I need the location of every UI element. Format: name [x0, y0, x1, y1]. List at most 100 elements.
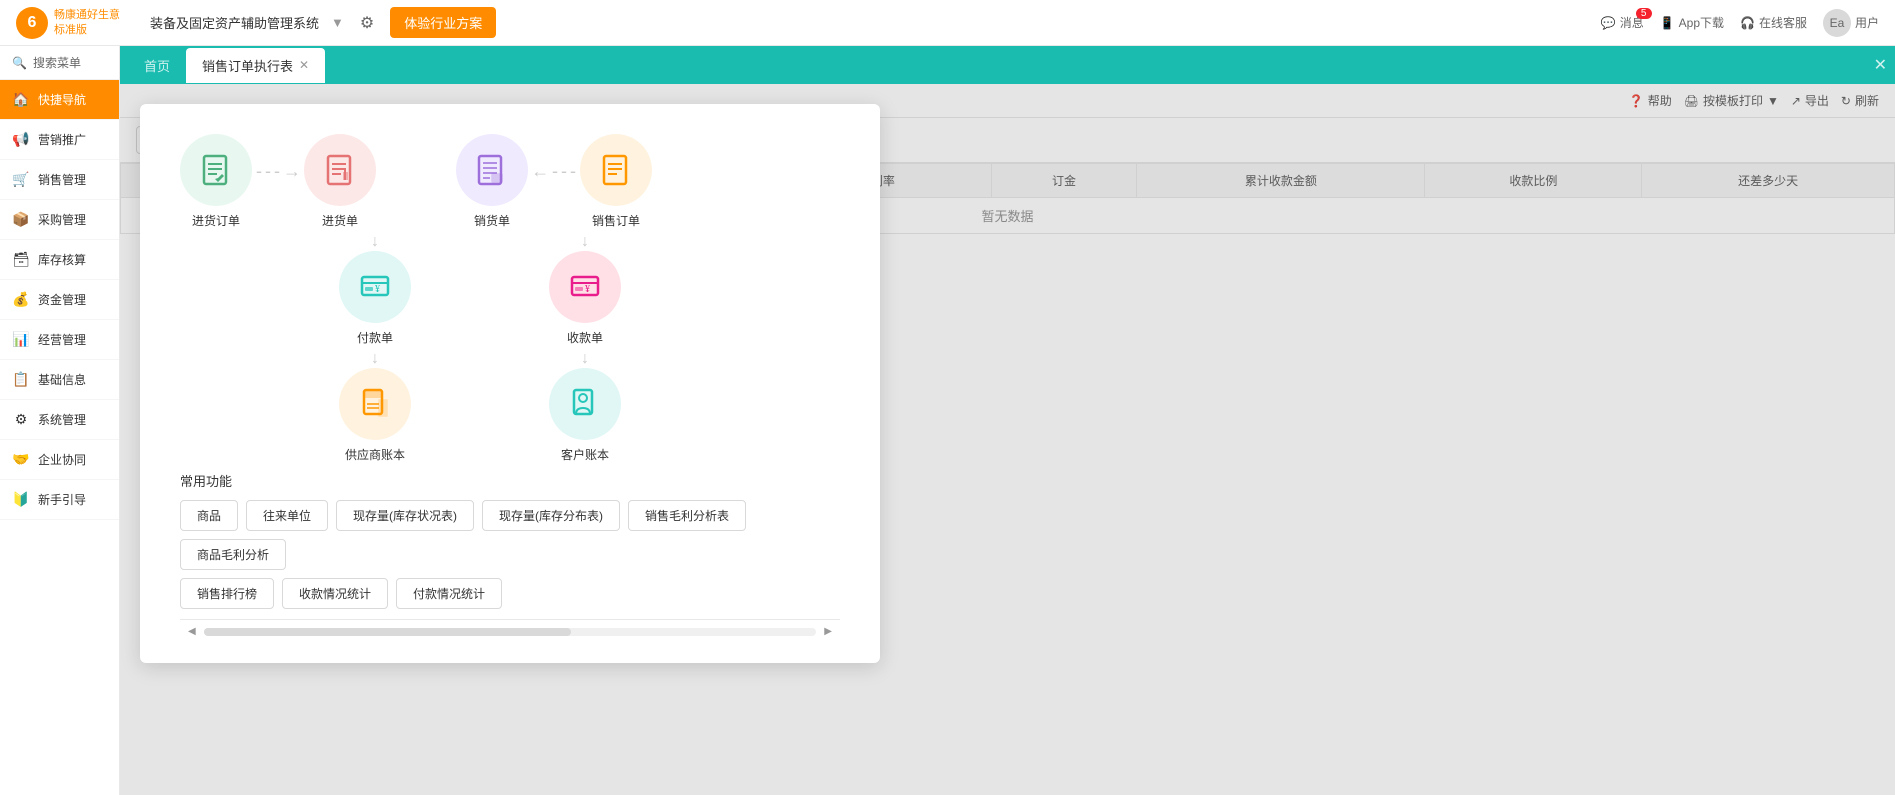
func-btn-stock-status[interactable]: 现存量(库存状况表) — [336, 500, 474, 531]
flow-customer-col: ↓ — [520, 350, 650, 463]
sidebar-item-finance[interactable]: 💰 资金管理 — [0, 280, 119, 320]
arrow-sales-order-to-bill: - - - → — [528, 161, 580, 182]
flow-customer-ledger[interactable]: 客户账本 — [549, 368, 621, 463]
sidebar-item-inventory[interactable]: 🗃 库存核算 — [0, 240, 119, 280]
modal-overlay: 进货订单 - - - → — [120, 84, 1895, 795]
scroll-thumb — [204, 628, 572, 636]
scroll-right-icon[interactable]: ▶ — [824, 626, 832, 637]
flow-receipt-col: ↓ ¥ — [520, 233, 650, 346]
system-title: 装备及固定资产辅助管理系统 — [150, 13, 319, 32]
content-panel: ❓ 帮助 🖨 按模板打印 ▼ ↗ 导出 ↻ 刷新 — [120, 84, 1895, 795]
flow-payment[interactable]: ¥ 付款单 — [339, 251, 411, 346]
operations-icon: 📊 — [12, 331, 30, 348]
sales-bill-icon-circle — [456, 134, 528, 206]
logo-area: 6 畅康通好生意 标准版 — [16, 7, 134, 39]
func-btn-product-gross[interactable]: 商品毛利分析 — [180, 539, 286, 570]
flow-row-2: ↓ ¥ — [180, 233, 840, 346]
sidebar-item-purchase[interactable]: 📦 采购管理 — [0, 200, 119, 240]
message-icon: 💬 — [1601, 16, 1616, 30]
user-area[interactable]: Ea 用户 — [1823, 9, 1879, 37]
down-arrow-supplier: ↓ — [310, 350, 440, 368]
basic-info-icon: 📋 — [12, 371, 30, 388]
down-arrow-receipt: ↓ — [520, 233, 650, 251]
arrow-purchase-order-to-bill: - - - → — [252, 161, 304, 182]
receipt-icon-circle: ¥ — [549, 251, 621, 323]
common-functions-title: 常用功能 — [180, 471, 840, 490]
flow-row-1: 进货订单 - - - → — [180, 134, 840, 229]
sidebar-item-system[interactable]: ⚙ 系统管理 — [0, 400, 119, 440]
flow-sales-order[interactable]: 销售订单 — [580, 134, 652, 229]
payment-icon-circle: ¥ — [339, 251, 411, 323]
sidebar-item-marketing[interactable]: 📢 营销推广 — [0, 120, 119, 160]
logo-icon: 6 — [16, 7, 48, 39]
enterprise-icon: 🤝 — [12, 451, 30, 468]
search-menu[interactable]: 🔍 搜索菜单 — [0, 46, 119, 80]
sidebar-item-quick-nav[interactable]: 🏠 快捷导航 — [0, 80, 119, 120]
home-icon: 🏠 — [12, 91, 30, 108]
svg-text:¥: ¥ — [585, 284, 590, 295]
func-btn-product[interactable]: 商品 — [180, 500, 238, 531]
func-btn-collection-stats[interactable]: 收款情况统计 — [282, 578, 388, 609]
sidebar-item-basic-info[interactable]: 📋 基础信息 — [0, 360, 119, 400]
tab-close-icon[interactable]: ✕ — [299, 58, 309, 72]
inventory-icon: 🗃 — [12, 251, 30, 268]
sidebar-item-enterprise[interactable]: 🤝 企业协同 — [0, 440, 119, 480]
function-buttons-row1: 商品 往来单位 现存量(库存状况表) 现存量(库存分布表) 销售毛利分析表 商品… — [180, 500, 840, 570]
quick-guide-modal: 进货订单 - - - → — [140, 104, 880, 663]
sidebar-item-sales[interactable]: 🛒 销售管理 — [0, 160, 119, 200]
tab-sales-order[interactable]: 销售订单执行表 ✕ — [186, 48, 325, 83]
trial-button[interactable]: 体验行业方案 — [390, 7, 496, 38]
sidebar: 🔍 搜索菜单 🏠 快捷导航 📢 营销推广 🛒 销售管理 📦 — [0, 46, 120, 795]
headset-icon: 🎧 — [1740, 16, 1755, 30]
flow-chart: 进货订单 - - - → — [180, 134, 840, 463]
purchase-order-icon-circle — [180, 134, 252, 206]
func-btn-stock-dist[interactable]: 现存量(库存分布表) — [482, 500, 620, 531]
flow-sales-bill[interactable]: 销货单 — [456, 134, 528, 229]
flow-purchase-bill[interactable]: 进货单 — [304, 134, 376, 229]
flow-row-3: ↓ — [180, 350, 840, 463]
func-btn-sales-rank[interactable]: 销售排行榜 — [180, 578, 274, 609]
down-arrow-payment: ↓ — [310, 233, 440, 251]
message-badge: 5 — [1636, 8, 1652, 19]
flow-supplier-col: ↓ — [310, 350, 440, 463]
customer-ledger-icon-circle — [549, 368, 621, 440]
finance-icon: 💰 — [12, 291, 30, 308]
system-icon: ⚙ — [12, 411, 30, 428]
avatar: Ea — [1823, 9, 1851, 37]
tab-bar: 首页 销售订单执行表 ✕ ✕ — [120, 46, 1895, 84]
download-icon: 📱 — [1660, 16, 1675, 30]
supplier-ledger-icon-circle — [339, 368, 411, 440]
func-btn-sales-gross[interactable]: 销售毛利分析表 — [628, 500, 746, 531]
purchase-icon: 📦 — [12, 211, 30, 228]
tab-home[interactable]: 首页 — [128, 48, 186, 83]
content-area: 首页 销售订单执行表 ✕ ✕ ❓ 帮助 🖨 按 — [120, 46, 1895, 795]
logo-text: 畅康通好生意 标准版 — [54, 8, 120, 37]
function-buttons-row2: 销售排行榜 收款情况统计 付款情况统计 — [180, 578, 840, 609]
common-functions-section: 常用功能 商品 往来单位 现存量(库存状况表) 现存量(库存分布表) 销售毛利分… — [180, 471, 840, 609]
down-arrow-customer: ↓ — [520, 350, 650, 368]
scroll-left-icon[interactable]: ◀ — [188, 626, 196, 637]
flow-receipt[interactable]: ¥ 收款单 — [549, 251, 621, 346]
top-bar-right: 💬 消息 5 📱 App下载 🎧 在线客服 Ea 用户 — [1601, 9, 1879, 37]
func-btn-partner[interactable]: 往来单位 — [246, 500, 328, 531]
scroll-track — [204, 628, 817, 636]
online-service-area[interactable]: 🎧 在线客服 — [1740, 14, 1807, 31]
sales-icon: 🛒 — [12, 171, 30, 188]
settings-icon[interactable]: ⚙ — [360, 13, 374, 33]
tab-bar-close-icon[interactable]: ✕ — [1874, 55, 1887, 75]
purchase-bill-icon-circle — [304, 134, 376, 206]
flow-supplier-ledger[interactable]: 供应商账本 — [339, 368, 411, 463]
marketing-icon: 📢 — [12, 131, 30, 148]
sales-order-icon-circle — [580, 134, 652, 206]
sidebar-item-guide[interactable]: 🔰 新手引导 — [0, 480, 119, 520]
scroll-hint: ◀ ▶ — [180, 619, 840, 643]
message-icon-area[interactable]: 💬 消息 5 — [1601, 14, 1644, 31]
svg-text:¥: ¥ — [375, 284, 380, 295]
app-download-area[interactable]: 📱 App下载 — [1660, 14, 1724, 31]
flow-payment-col: ↓ ¥ — [310, 233, 440, 346]
func-btn-payment-stats[interactable]: 付款情况统计 — [396, 578, 502, 609]
guide-icon: 🔰 — [12, 491, 30, 508]
flow-purchase-order[interactable]: 进货订单 — [180, 134, 252, 229]
sidebar-item-operations[interactable]: 📊 经营管理 — [0, 320, 119, 360]
system-dropdown-icon[interactable]: ▼ — [331, 15, 344, 30]
